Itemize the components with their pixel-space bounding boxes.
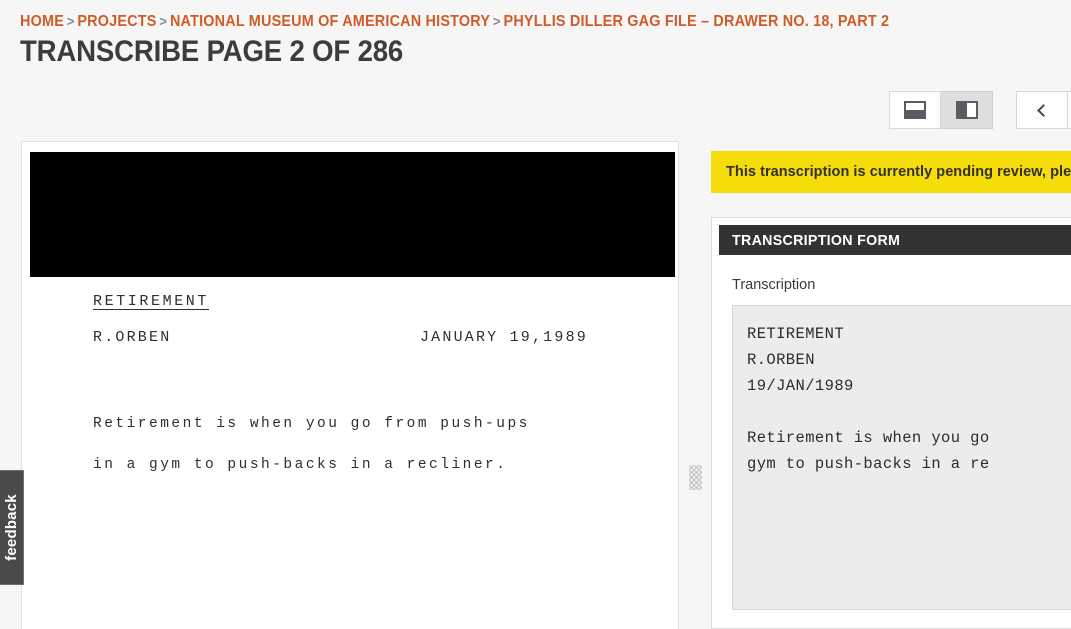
breadcrumb-item-projects[interactable]: PROJECTS (77, 13, 156, 30)
breadcrumb: HOME > PROJECTS > NATIONAL MUSEUM OF AMERICA… (20, 13, 889, 31)
page-title: TRANSCRIBE PAGE 2 OF 286 (20, 35, 404, 68)
transcription-form-card: TRANSCRIPTION FORM Transcription RETIREM… (711, 217, 1071, 629)
document-author: R.ORBEN (93, 329, 172, 346)
document-byline: R.ORBEN JANUARY 19,1989 (93, 329, 638, 346)
breadcrumb-separator: > (66, 13, 75, 29)
transcription-panel: This transcription is currently pending … (711, 141, 1071, 629)
layout-button-group (889, 91, 993, 129)
feedback-tab-label: feedback (3, 494, 21, 561)
feedback-tab-button[interactable]: feedback (0, 470, 24, 585)
document-body-line: Retirement is when you go from push-ups (93, 416, 530, 432)
transcription-form-header: TRANSCRIPTION FORM (719, 225, 1071, 255)
document-body-line: in a gym to push-backs in a recliner. (93, 457, 508, 473)
transcription-page: HOME > PROJECTS > NATIONAL MUSEUM OF AMERICA… (0, 0, 1071, 629)
splitter-grip-handle[interactable] (689, 465, 702, 490)
document-date: JANUARY 19,1989 (419, 329, 588, 346)
layout-vertical-split-button[interactable] (941, 91, 993, 129)
document-heading: RETIREMENT (93, 293, 210, 310)
breadcrumb-item-collection[interactable]: PHYLLIS DILLER GAG FILE – DRAWER NO. 18,… (504, 13, 890, 30)
page-nav-button-group (1016, 91, 1071, 129)
breadcrumb-item-home[interactable]: HOME (20, 13, 64, 30)
panel-splitter[interactable] (686, 141, 704, 629)
horizontal-split-icon (904, 101, 926, 119)
breadcrumb-separator: > (159, 13, 168, 29)
transcription-textarea[interactable]: RETIREMENT R.ORBEN 19/JAN/1989 Retiremen… (732, 305, 1071, 610)
document-page-image: RETIREMENT R.ORBEN JANUARY 19,1989 Retir… (22, 142, 678, 629)
chevron-left-icon (1037, 103, 1050, 117)
previous-page-button[interactable] (1016, 91, 1068, 129)
breadcrumb-item-institution[interactable]: NATIONAL MUSEUM OF AMERICAN HISTORY (170, 13, 490, 30)
pending-review-alert: This transcription is currently pending … (711, 151, 1071, 193)
document-heading-line: RETIREMENT (93, 292, 638, 310)
transcription-form-title: TRANSCRIPTION FORM (732, 231, 901, 249)
document-scan-black-band (30, 152, 675, 277)
vertical-split-icon (955, 101, 978, 119)
document-body-paragraph: Retirement is when you go from push-ups … (93, 404, 638, 486)
document-viewer-panel[interactable]: RETIREMENT R.ORBEN JANUARY 19,1989 Retir… (21, 141, 679, 629)
document-text-content: RETIREMENT R.ORBEN JANUARY 19,1989 Retir… (22, 292, 678, 486)
view-toolbar (889, 91, 1071, 129)
pending-review-message: This transcription is currently pending … (726, 164, 1071, 180)
layout-horizontal-split-button[interactable] (889, 91, 941, 129)
breadcrumb-separator: > (492, 13, 501, 29)
transcription-field-label: Transcription (732, 277, 816, 293)
